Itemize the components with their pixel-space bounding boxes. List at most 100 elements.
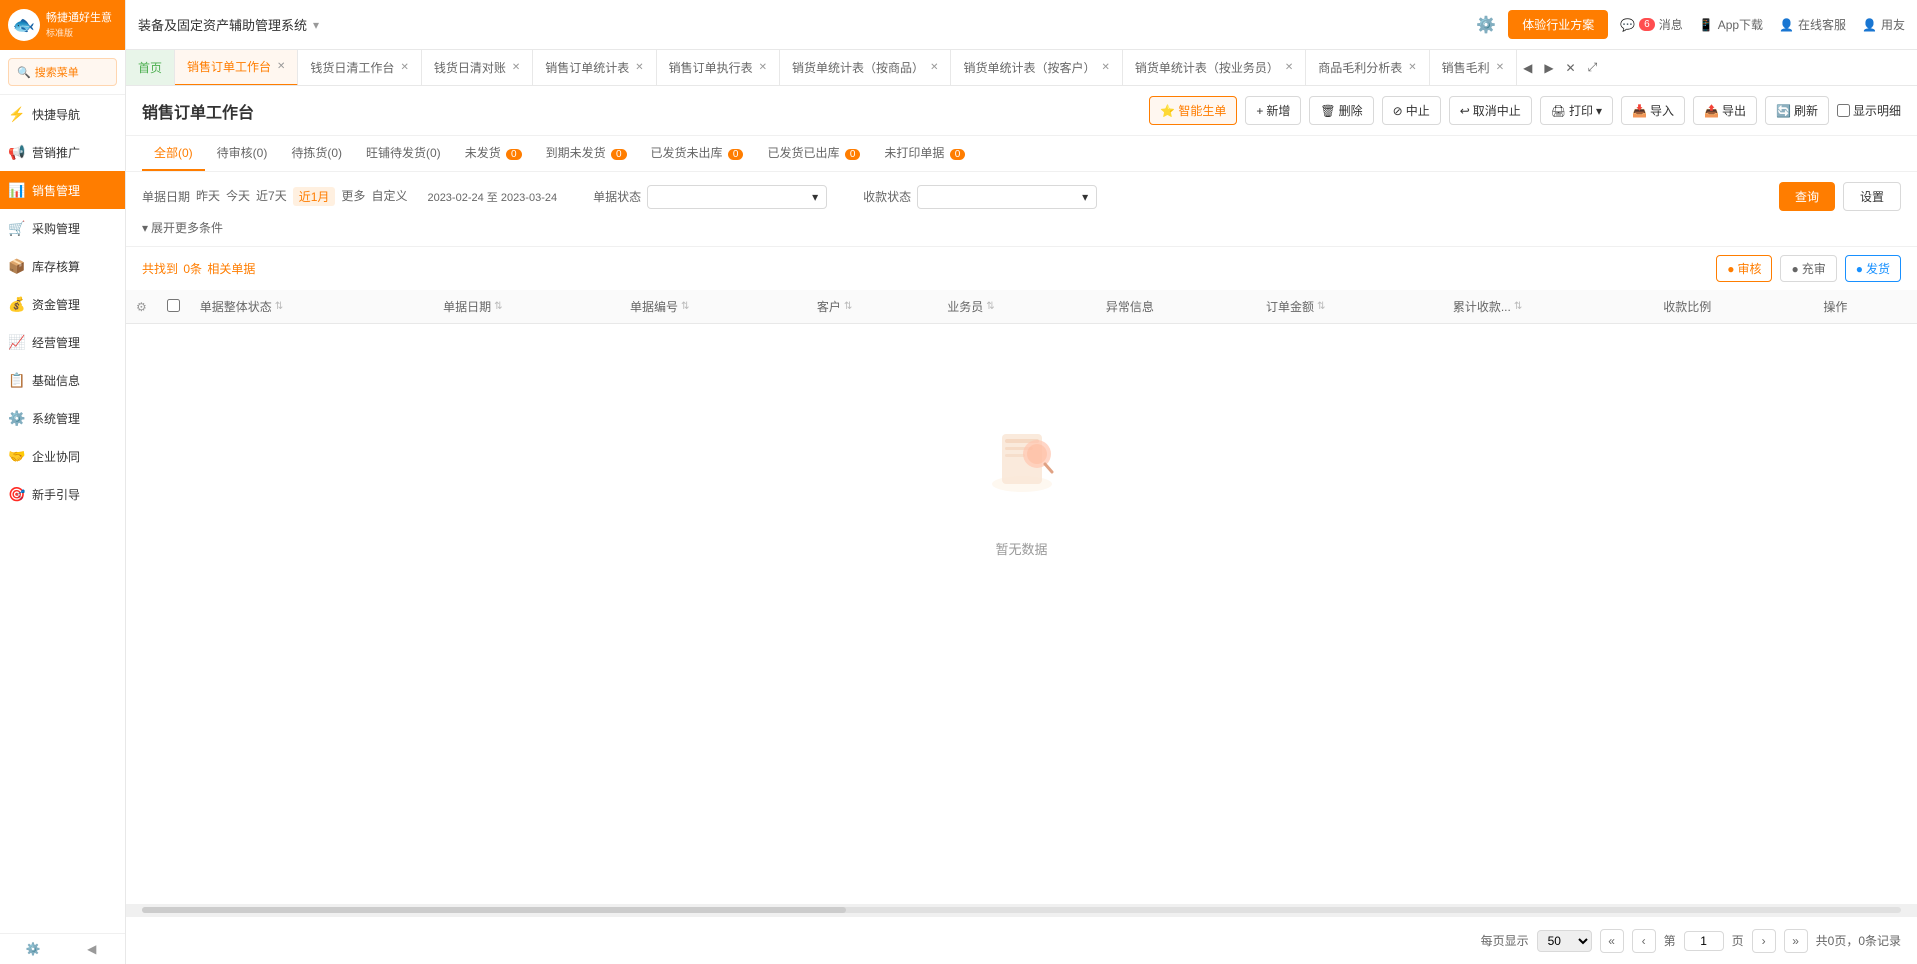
tab-close-icon[interactable]: ✕ [400,62,408,73]
message-button[interactable]: 💬 6 消息 [1620,16,1683,33]
plan-button[interactable]: 体验行业方案 [1508,10,1608,39]
tab-close-icon[interactable]: ✕ [635,62,643,73]
tab-sales-product-stat[interactable]: 销货单统计表（按商品） ✕ [780,50,951,86]
sort-date[interactable]: 单据日期 ⇅ [443,298,610,315]
tab-sales-exec[interactable]: 销售订单执行表 ✕ [657,50,780,86]
sidebar-item-cooperation[interactable]: 🤝 企业协同 [0,437,125,475]
sub-tab-all[interactable]: 全部(0) [142,136,205,171]
sidebar-item-basic-info[interactable]: 📋 基础信息 [0,361,125,399]
ship-button[interactable]: ● 发货 [1845,255,1901,282]
sidebar-item-guide[interactable]: 🎯 新手引导 [0,475,125,513]
date-custom[interactable]: 自定义 [371,187,407,206]
tab-close-icon[interactable]: ✕ [1101,62,1109,73]
first-page-button[interactable]: « [1600,929,1624,953]
page-input[interactable] [1684,931,1724,951]
tab-close-icon[interactable]: ✕ [1408,62,1416,73]
settings-button[interactable]: ⚙️ [8,942,59,956]
sort-customer[interactable]: 客户 ⇅ [817,298,927,315]
sub-tab-shipped-out[interactable]: 已发货已出库 0 [755,136,872,171]
date-7days[interactable]: 近7天 [256,187,287,206]
next-page-button[interactable]: › [1752,929,1776,953]
topbar-arrow-icon: ▾ [313,18,319,32]
tab-cash-daily[interactable]: 钱货日清工作台 ✕ [298,50,421,86]
app-download-button[interactable]: 📱 App下载 [1699,16,1763,33]
data-table: ⚙ 单据整体状态 ⇅ [126,290,1917,324]
scrollbar-thumb[interactable] [142,907,846,913]
sub-tab-pending-inspect[interactable]: 待拣货(0) [279,136,354,171]
search-menu-button[interactable]: 🔍 搜索菜单 [8,58,117,86]
unaudit-button[interactable]: ● 充审 [1780,255,1836,282]
tab-close-icon[interactable]: ✕ [1496,62,1504,73]
sidebar-item-sales[interactable]: 📊 销售管理 [0,171,125,209]
prev-page-button[interactable]: ‹ [1632,929,1656,953]
per-page-select[interactable]: 50 10 20 100 [1537,930,1592,952]
stop-button[interactable]: ⊘ 中止 [1382,96,1441,125]
tab-sales-staff-stat[interactable]: 销货单统计表（按业务员） ✕ [1123,50,1306,86]
horizontal-scrollbar[interactable] [126,904,1917,916]
cancel-stop-button[interactable]: ↩ 取消中止 [1449,96,1532,125]
sort-collected[interactable]: 累计收款... ⇅ [1453,298,1643,315]
import-button[interactable]: 📥 导入 [1621,96,1685,125]
expand-more-btn[interactable]: ▾ 展开更多条件 [142,219,1901,236]
refresh-button[interactable]: 🔄 刷新 [1765,96,1829,125]
sort-number[interactable]: 单据编号 ⇅ [630,298,797,315]
tab-sales-profit[interactable]: 销售毛利 ✕ [1430,50,1517,86]
select-all-checkbox[interactable] [167,299,180,312]
print-button[interactable]: 🖨 打印 ▾ [1540,96,1613,125]
collapse-button[interactable]: ◀ [67,942,118,956]
online-service-button[interactable]: 👤 在线客服 [1779,16,1846,33]
tab-cash-reconcile[interactable]: 钱货日清对账 ✕ [422,50,533,86]
tab-product-profit[interactable]: 商品毛利分析表 ✕ [1306,50,1429,86]
sub-tab-not-printed[interactable]: 未打印单据 0 [872,136,977,171]
sidebar-item-purchase[interactable]: 🛒 采购管理 [0,209,125,247]
expand-down-icon: ▾ [142,221,148,235]
sidebar-item-inventory[interactable]: 📦 库存核算 [0,247,125,285]
sidebar-item-quick-nav[interactable]: ⚡ 快捷导航 [0,95,125,133]
status-select[interactable]: ▾ [647,185,827,209]
sub-tab-shipped-not-out[interactable]: 已发货未出库 0 [639,136,756,171]
tab-sales-stat[interactable]: 销售订单统计表 ✕ [533,50,656,86]
sub-tab-pending-audit[interactable]: 待审核(0) [205,136,280,171]
sidebar-item-system[interactable]: ⚙️ 系统管理 [0,399,125,437]
show-detail-input[interactable] [1837,104,1850,117]
date-today[interactable]: 今天 [226,187,250,206]
tab-close-icon[interactable]: ✕ [930,62,938,73]
sort-status[interactable]: 单据整体状态 ⇅ [200,298,423,315]
settings-filter-button[interactable]: 设置 [1843,182,1901,211]
tab-close-all[interactable]: ✕ [1560,61,1582,75]
sidebar-item-operation[interactable]: 📈 经营管理 [0,323,125,361]
tab-home[interactable]: 首页 [126,50,175,86]
smart-create-button[interactable]: ⭐ 智能生单 [1149,96,1237,125]
sort-amount[interactable]: 订单金额 ⇅ [1266,298,1433,315]
date-yesterday[interactable]: 昨天 [196,187,220,206]
sidebar-item-finance[interactable]: 💰 资金管理 [0,285,125,323]
sub-tab-overdue-ship[interactable]: 到期未发货 0 [534,136,639,171]
tab-sales-customer-stat[interactable]: 销货单统计表（按客户） ✕ [951,50,1122,86]
delete-button[interactable]: 🗑 删除 [1309,96,1373,125]
tab-close-icon[interactable]: ✕ [759,62,767,73]
tab-nav-next[interactable]: ▶ [1538,61,1559,75]
tab-nav-prev[interactable]: ◀ [1517,61,1538,75]
topbar-settings-icon[interactable]: ⚙️ [1476,15,1496,35]
payment-select[interactable]: ▾ [917,185,1097,209]
tab-maximize[interactable]: ⤢ [1582,60,1604,75]
tab-close-icon[interactable]: ✕ [512,62,520,73]
tab-close-icon[interactable]: ✕ [1285,62,1293,73]
tab-close-icon[interactable]: ✕ [277,61,285,72]
sub-tab-not-shipped[interactable]: 未发货 0 [453,136,534,171]
user-menu-button[interactable]: 👤 用友 [1862,16,1905,33]
export-button[interactable]: 📤 导出 [1693,96,1757,125]
last-page-button[interactable]: » [1784,929,1808,953]
sidebar-item-marketing[interactable]: 📢 营销推广 [0,133,125,171]
date-1month[interactable]: 近1月 [293,187,336,206]
query-button[interactable]: 查询 [1779,182,1835,211]
show-detail-checkbox[interactable]: 显示明细 [1837,102,1901,119]
tab-sales-workbench[interactable]: 销售订单工作台 ✕ [175,50,298,86]
new-button[interactable]: + 新增 [1245,96,1301,125]
th-setting[interactable]: ⚙ [126,290,157,324]
th-operation: 操作 [1813,290,1917,324]
date-more[interactable]: 更多 [341,187,365,206]
sort-staff[interactable]: 业务员 ⇅ [947,298,1086,315]
sub-tab-wangpu-ship[interactable]: 旺铺待发货(0) [354,136,453,171]
audit-button[interactable]: ● 审核 [1716,255,1772,282]
